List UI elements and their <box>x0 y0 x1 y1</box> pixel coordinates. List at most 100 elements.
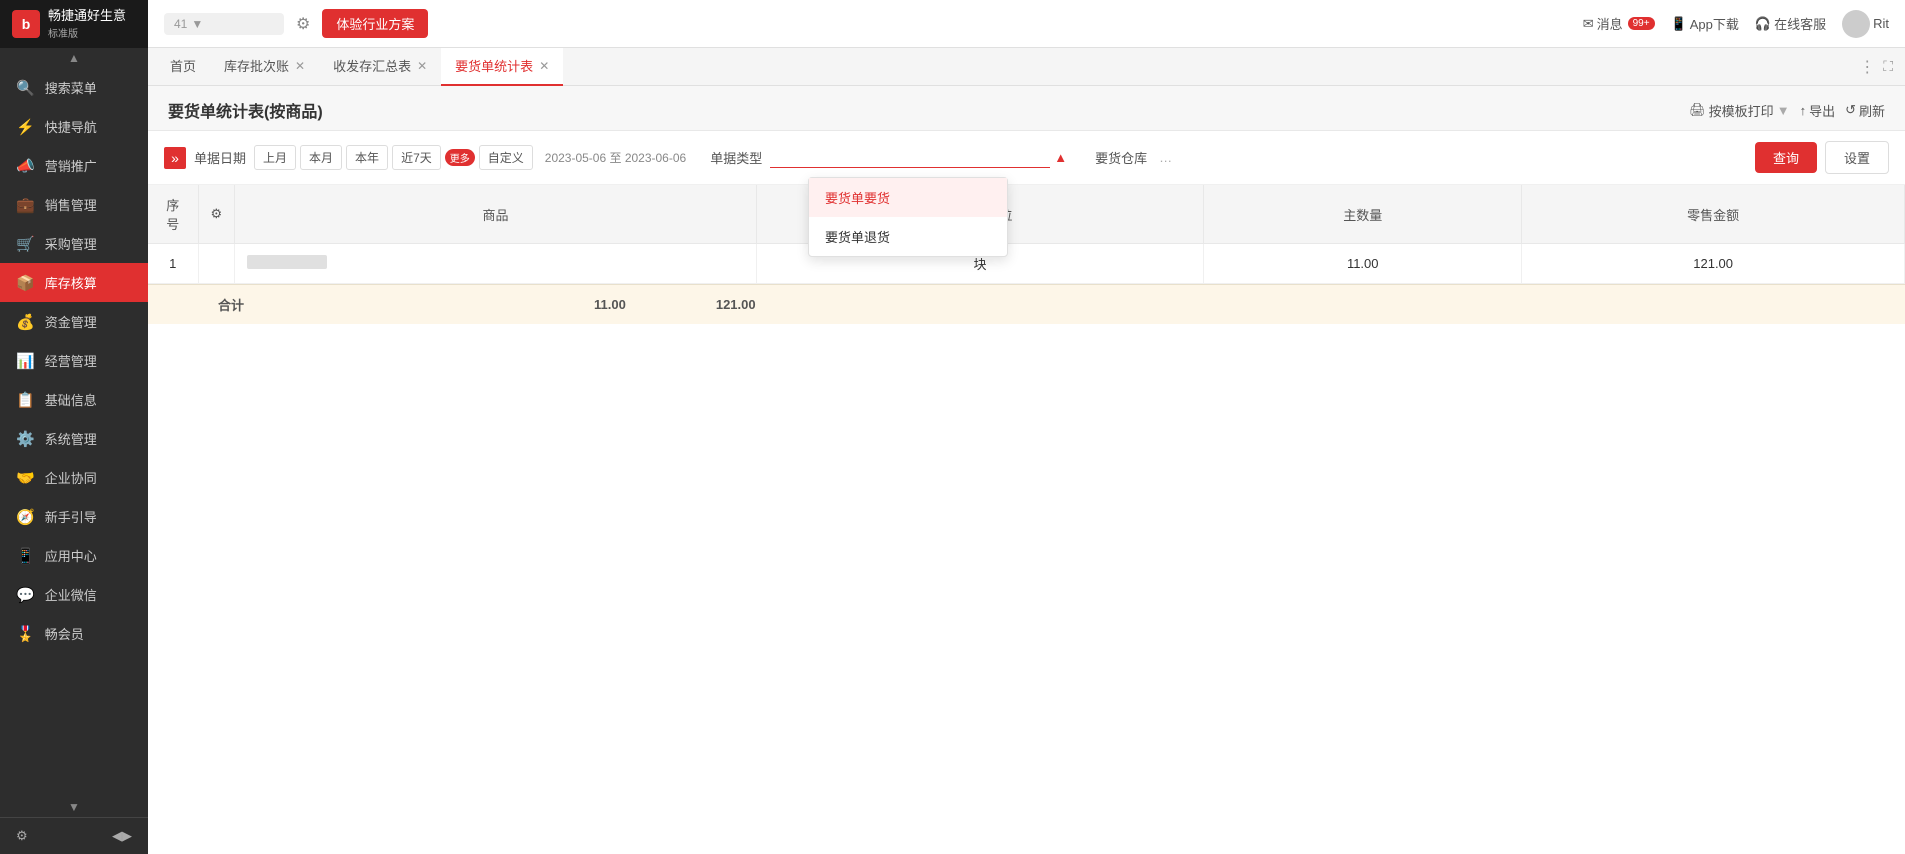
sidebar-icon-basics: 📋 <box>16 391 35 409</box>
sidebar-icon-inventory: 📦 <box>16 274 35 292</box>
cell-product <box>235 244 757 284</box>
sidebar-label-marketing: 营销推广 <box>45 156 97 175</box>
date-this-month[interactable]: 本月 <box>300 145 342 170</box>
data-table: 序号 ⚙ 商品 主计量单位 主数量 零售金额 1 <box>148 185 1905 284</box>
warehouse-more[interactable]: … <box>1159 150 1172 165</box>
messages-icon: ✉ <box>1583 16 1594 32</box>
tab-maximize-icon[interactable]: ⛶ <box>1883 58 1893 75</box>
sidebar-item-wechat[interactable]: 💬 企业微信 <box>0 575 148 614</box>
sidebar-item-quicknav[interactable]: ⚡ 快捷导航 <box>0 107 148 146</box>
sidebar-footer: ⚙ ◀▶ <box>0 817 148 854</box>
sidebar-item-finance[interactable]: 💰 资金管理 <box>0 302 148 341</box>
sidebar-label-basics: 基础信息 <box>45 390 97 409</box>
template-print-btn[interactable]: 🖨 按模板打印 ▼ <box>1689 101 1789 120</box>
sidebar-item-operations[interactable]: 📊 经营管理 <box>0 341 148 380</box>
sidebar-icon-member: 🎖️ <box>16 625 35 643</box>
sidebar-label-quicknav: 快捷导航 <box>45 117 97 136</box>
sidebar-icon-marketing: 📣 <box>16 157 35 175</box>
tab-home[interactable]: 首页 <box>156 48 210 86</box>
cell-settings <box>198 244 235 284</box>
sidebar-label-search: 搜索菜单 <box>45 78 97 97</box>
sidebar-item-search[interactable]: 🔍 搜索菜单 <box>0 68 148 107</box>
date-quick-select: 上月 本月 本年 近7天 更多 自定义 <box>254 145 533 170</box>
export-label: 导出 <box>1809 101 1835 120</box>
sidebar-label-purchase: 采购管理 <box>45 234 97 253</box>
sidebar-settings-icon[interactable]: ⚙ <box>16 828 28 844</box>
store-selector[interactable]: 41 ▼ <box>164 13 284 35</box>
user-item[interactable]: Rit <box>1842 10 1889 38</box>
sidebar-item-guide[interactable]: 🧭 新手引导 <box>0 497 148 536</box>
sidebar-label-operations: 经营管理 <box>45 351 97 370</box>
sidebar-label-wechat: 企业微信 <box>45 585 97 604</box>
export-btn[interactable]: ↑ 导出 <box>1800 101 1836 120</box>
date-label: 单据日期 <box>194 148 246 167</box>
warehouse-label: 要货仓库 <box>1095 148 1147 167</box>
sidebar-item-purchase[interactable]: 🛒 采购管理 <box>0 224 148 263</box>
app-download-item[interactable]: 📱 App下载 <box>1671 14 1739 33</box>
industry-btn[interactable]: 体验行业方案 <box>322 9 428 38</box>
sidebar-item-marketing[interactable]: 📣 营销推广 <box>0 146 148 185</box>
sidebar-icon-purchase: 🛒 <box>16 235 35 253</box>
date-custom[interactable]: 自定义 <box>479 145 533 170</box>
sidebar-icon-finance: 💰 <box>16 313 35 331</box>
settings-icon-topbar[interactable]: ⚙ <box>296 14 310 34</box>
cell-quantity: 11.00 <box>1204 244 1522 284</box>
type-select-container: ▲ <box>770 148 1071 168</box>
col-amount: 零售金额 <box>1522 185 1905 244</box>
sidebar-scroll-up[interactable]: ▲ <box>0 48 148 68</box>
col-product: 商品 <box>235 185 757 244</box>
tab-inventory-batch[interactable]: 库存批次账✕ <box>210 48 319 86</box>
sidebar: b 畅捷通好生意 标准版 ▲ 🔍 搜索菜单 ⚡ 快捷导航 📣 营销推广 💼 销售… <box>0 0 148 854</box>
refresh-btn[interactable]: ↺ 刷新 <box>1845 101 1885 120</box>
sidebar-icon-operations: 📊 <box>16 352 35 370</box>
print-icon: 🖨 <box>1689 102 1706 118</box>
tab-label-requisition-stats: 要货单统计表 <box>455 56 533 75</box>
tab-collect-summary[interactable]: 收发存汇总表✕ <box>319 48 441 86</box>
date-last-7-days[interactable]: 近7天 <box>392 145 441 170</box>
tab-close-inventory-batch[interactable]: ✕ <box>295 59 305 73</box>
col-settings[interactable]: ⚙ <box>198 185 235 244</box>
print-expand-icon[interactable]: ▼ <box>1777 103 1790 118</box>
sidebar-icon-wechat: 💬 <box>16 586 35 604</box>
sidebar-scroll-down[interactable]: ▼ <box>0 797 148 817</box>
sidebar-item-basics[interactable]: 📋 基础信息 <box>0 380 148 419</box>
sidebar-scroll: 🔍 搜索菜单 ⚡ 快捷导航 📣 营销推广 💼 销售管理 🛒 采购管理 📦 库存核… <box>0 68 148 797</box>
online-service-item[interactable]: 🎧 在线客服 <box>1755 14 1826 33</box>
tab-requisition-stats[interactable]: 要货单统计表 ✕ <box>441 48 563 86</box>
footer-label: 合计 <box>218 295 244 314</box>
phone-icon: 📱 <box>1671 16 1687 32</box>
filter-toggle-btn[interactable]: » <box>164 147 186 169</box>
sidebar-item-appcenter[interactable]: 📱 应用中心 <box>0 536 148 575</box>
topbar-left: 41 ▼ ⚙ 体验行业方案 <box>164 9 1571 38</box>
type-select-arrow[interactable]: ▲ <box>1050 150 1071 165</box>
topbar-right: ✉ 消息 99+ 📱 App下载 🎧 在线客服 Rit <box>1583 10 1889 38</box>
type-label: 单据类型 <box>710 148 762 167</box>
topbar: 41 ▼ ⚙ 体验行业方案 ✉ 消息 99+ 📱 App下载 🎧 在线客服 R <box>148 0 1905 48</box>
tab-close-collect-summary[interactable]: ✕ <box>417 59 427 73</box>
template-print-label: 按模板打印 <box>1709 101 1774 120</box>
tabs-bar: 首页库存批次账✕收发存汇总表✕ 要货单统计表 ✕ ⋮ ⛶ <box>148 48 1905 86</box>
messages-item[interactable]: ✉ 消息 99+ <box>1583 14 1655 33</box>
date-this-year[interactable]: 本年 <box>346 145 388 170</box>
sidebar-item-member[interactable]: 🎖️ 畅会员 <box>0 614 148 653</box>
col-seq: 序号 <box>148 185 198 244</box>
tabs-expand-icon[interactable]: ⋮ <box>1859 57 1875 77</box>
settings-btn[interactable]: 设置 <box>1825 141 1889 174</box>
brand-sub: 标准版 <box>48 25 126 40</box>
query-btn[interactable]: 查询 <box>1755 142 1817 173</box>
date-more-badge[interactable]: 更多 <box>445 149 475 166</box>
dropdown-item-1[interactable]: 要货单退货 <box>809 217 1007 256</box>
sidebar-item-sales[interactable]: 💼 销售管理 <box>0 185 148 224</box>
online-service-label: 在线客服 <box>1774 14 1826 33</box>
tab-close-requisition-stats[interactable]: ✕ <box>539 59 549 73</box>
date-last-month[interactable]: 上月 <box>254 145 296 170</box>
sidebar-item-system[interactable]: ⚙️ 系统管理 <box>0 419 148 458</box>
sidebar-item-enterprise[interactable]: 🤝 企业协同 <box>0 458 148 497</box>
store-id: 41 <box>174 17 187 31</box>
headset-icon: 🎧 <box>1755 16 1771 32</box>
export-icon: ↑ <box>1800 103 1807 118</box>
type-select-input[interactable] <box>770 148 1050 168</box>
dropdown-item-0[interactable]: 要货单要货 <box>809 178 1007 217</box>
sidebar-collapse-icon[interactable]: ◀▶ <box>112 828 132 844</box>
sidebar-item-inventory[interactable]: 📦 库存核算 <box>0 263 148 302</box>
